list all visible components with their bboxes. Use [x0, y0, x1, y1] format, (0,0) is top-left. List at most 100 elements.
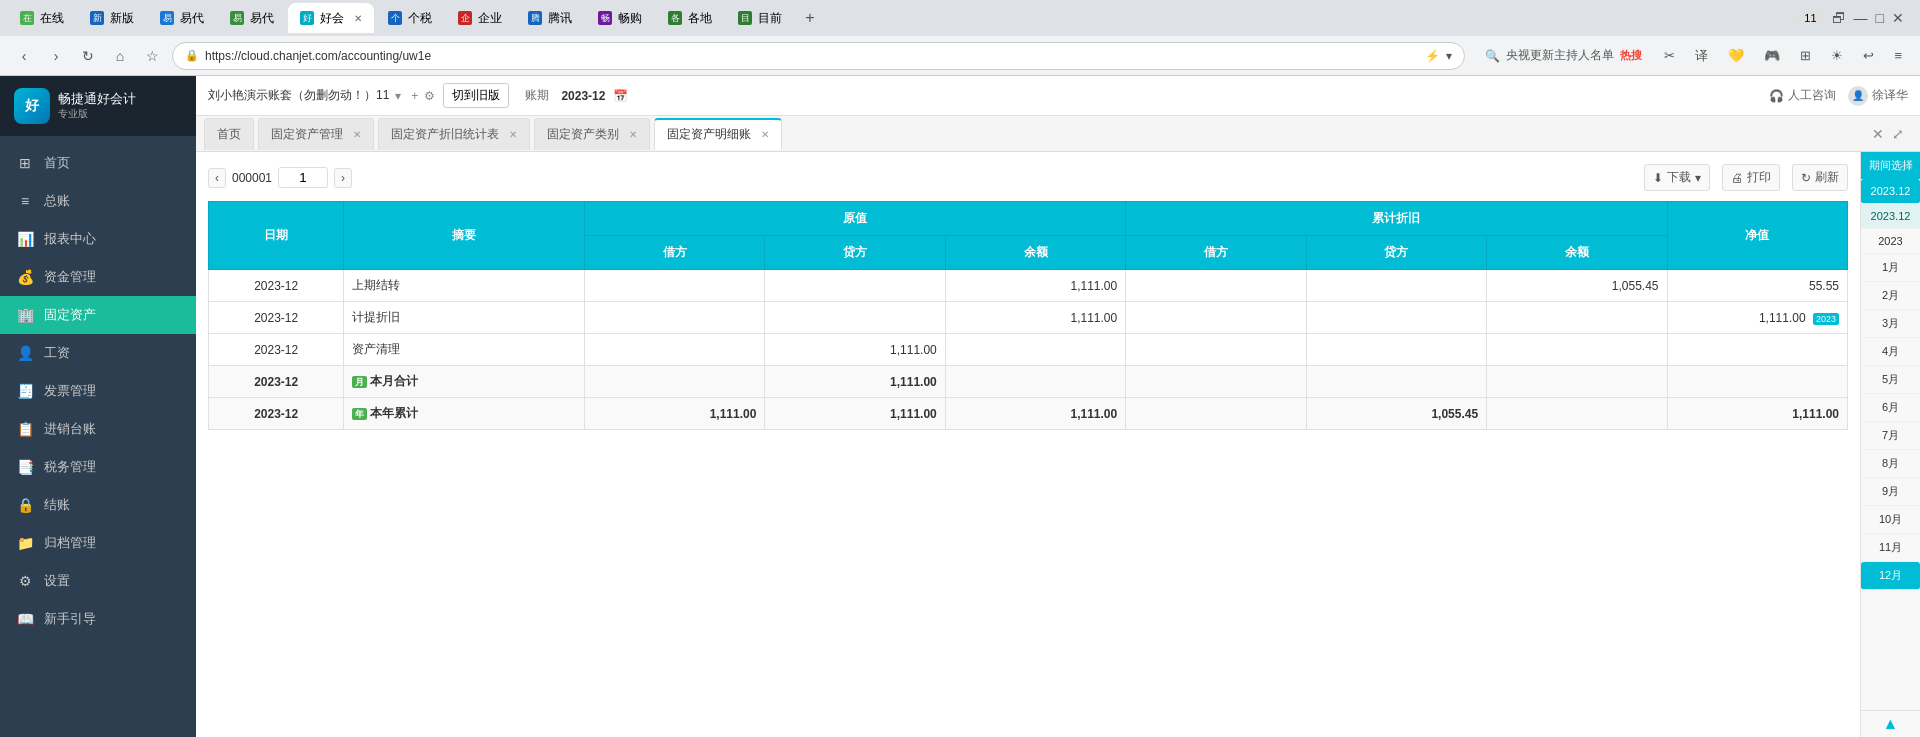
app-tab-fixed-asset-mgmt[interactable]: 固定资产管理 ✕ — [258, 118, 374, 150]
sidebar-item-payroll[interactable]: 👤 工资 — [0, 334, 196, 372]
dropdown-chevron[interactable]: ▾ — [395, 89, 401, 103]
period-item-4[interactable]: 4月 — [1861, 338, 1920, 366]
calendar-icon[interactable]: 📅 — [613, 89, 628, 103]
wallet-btn[interactable]: 💛 — [1722, 46, 1750, 65]
new-tab-button[interactable]: + — [796, 4, 824, 32]
period-item-12[interactable]: 12月 — [1861, 562, 1920, 590]
close-all-tabs-btn[interactable]: ✕ — [1872, 126, 1884, 142]
app-tab-close-asset-category[interactable]: ✕ — [629, 129, 637, 140]
app-tab-close-fixed-asset-mgmt[interactable]: ✕ — [353, 129, 361, 140]
period-header-text: 期间选择 — [1863, 158, 1918, 173]
period-item-2023[interactable]: 2023 — [1861, 229, 1920, 254]
sidebar-item-report-center[interactable]: 📊 报表中心 — [0, 220, 196, 258]
browser-tab-yidai2[interactable]: 易 易代 — [218, 3, 286, 33]
print-btn[interactable]: 🖨 打印 — [1722, 164, 1780, 191]
cell-orig-balance — [945, 366, 1125, 398]
prev-page-btn[interactable]: ‹ — [208, 168, 226, 188]
period-item-11[interactable]: 11月 — [1861, 534, 1920, 562]
page-input[interactable] — [278, 167, 328, 188]
sidebar-item-fund-mgmt[interactable]: 💰 资金管理 — [0, 258, 196, 296]
settings-small-btn[interactable]: ⚙ — [424, 89, 435, 103]
app-tab-asset-category[interactable]: 固定资产类别 ✕ — [534, 118, 650, 150]
next-page-btn[interactable]: › — [334, 168, 352, 188]
window-restore-btn[interactable]: 🗗 — [1832, 10, 1846, 26]
browser-tab-haohao[interactable]: 好 好会 ✕ — [288, 3, 374, 33]
period-item-9[interactable]: 9月 — [1861, 478, 1920, 506]
period-item-1[interactable]: 1月 — [1861, 254, 1920, 282]
period-item-5[interactable]: 5月 — [1861, 366, 1920, 394]
period-panel-header: 期间选择 — [1861, 152, 1920, 179]
grid-btn[interactable]: ⊞ — [1794, 46, 1817, 65]
browser-tab-close-haohao[interactable]: ✕ — [354, 13, 362, 24]
forward-button[interactable]: › — [44, 44, 68, 68]
download-btn[interactable]: ⬇ 下载 ▾ — [1644, 164, 1710, 191]
sidebar-item-close-period[interactable]: 🔒 结账 — [0, 486, 196, 524]
dropdown-icon[interactable]: ▾ — [1446, 49, 1452, 63]
period-item-2023-12-first[interactable]: 2023.12 — [1861, 179, 1920, 204]
headset-icon: 🎧 — [1769, 89, 1784, 103]
company-info: 刘小艳演示账套（勿删勿动！）11 ▾ + ⚙ — [208, 87, 435, 104]
logo-text-block: 畅捷通好会计 专业版 — [58, 91, 136, 122]
expand-tabs-btn[interactable]: ⤢ — [1892, 126, 1904, 142]
back-button[interactable]: ‹ — [12, 44, 36, 68]
browser-tab-shumu[interactable]: 目 目前 — [726, 3, 794, 33]
period-item-8[interactable]: 8月 — [1861, 450, 1920, 478]
sidebar-item-archive-mgmt[interactable]: 📁 归档管理 — [0, 524, 196, 562]
browser-tab-chang[interactable]: 畅 畅购 — [586, 3, 654, 33]
sidebar-item-general-ledger[interactable]: ≡ 总账 — [0, 182, 196, 220]
translate-btn[interactable]: 译 — [1689, 45, 1714, 67]
sidebar-item-purchase-sales[interactable]: 📋 进销台账 — [0, 410, 196, 448]
undo-btn[interactable]: ↩ — [1857, 46, 1880, 65]
tab-favicon-chang: 畅 — [598, 11, 612, 25]
sidebar-item-newbie-guide[interactable]: 📖 新手引导 — [0, 600, 196, 638]
tab-favicon-tencent: 腾 — [528, 11, 542, 25]
browser-tab-yidai1[interactable]: 易 易代 — [148, 3, 216, 33]
sidebar-item-home[interactable]: ⊞ 首页 — [0, 144, 196, 182]
app-tab-depreciation-stat[interactable]: 固定资产折旧统计表 ✕ — [378, 118, 530, 150]
tab-favicon-gedi: 各 — [668, 11, 682, 25]
app-tab-close-asset-ledger[interactable]: ✕ — [761, 129, 769, 140]
period-item-2[interactable]: 2月 — [1861, 282, 1920, 310]
sidebar-item-settings[interactable]: ⚙ 设置 — [0, 562, 196, 600]
ledger-area: ‹ 000001 › ⬇ 下载 ▾ 🖨 打印 — [196, 152, 1860, 737]
brightness-btn[interactable]: ☀ — [1825, 46, 1849, 65]
browser-tab-xin[interactable]: 新 新版 — [78, 3, 146, 33]
switch-version-btn[interactable]: 切到旧版 — [443, 83, 509, 108]
add-company-btn[interactable]: + — [411, 89, 418, 103]
browser-tab-tencent[interactable]: 腾 腾讯 — [516, 3, 584, 33]
bookmark-button[interactable]: ☆ — [140, 44, 164, 68]
browser-tab-zaixian[interactable]: 在 在线 — [8, 3, 76, 33]
menu-btn[interactable]: ≡ — [1888, 46, 1908, 65]
close-period-icon: 🔒 — [16, 496, 34, 514]
app-tab-close-depreciation-stat[interactable]: ✕ — [509, 129, 517, 140]
app-tab-home[interactable]: 首页 — [204, 118, 254, 150]
period-item-10[interactable]: 10月 — [1861, 506, 1920, 534]
sidebar-item-fixed-assets[interactable]: 🏢 固定资产 — [0, 296, 196, 334]
window-minimize-btn[interactable]: — — [1854, 10, 1868, 26]
sidebar-item-invoice-mgmt[interactable]: 🧾 发票管理 — [0, 372, 196, 410]
app-tab-asset-ledger[interactable]: 固定资产明细账 ✕ — [654, 118, 782, 150]
scissors-btn[interactable]: ✂ — [1658, 46, 1681, 65]
period-item-3[interactable]: 3月 — [1861, 310, 1920, 338]
browser-tab-geshui[interactable]: 个 个税 — [376, 3, 444, 33]
cell-accum-credit — [1306, 366, 1486, 398]
th-original-value: 原值 — [584, 202, 1125, 236]
refresh-btn[interactable]: ↻ 刷新 — [1792, 164, 1848, 191]
sidebar-item-tax-mgmt[interactable]: 📑 税务管理 — [0, 448, 196, 486]
window-maximize-btn[interactable]: □ — [1876, 10, 1884, 26]
url-box[interactable]: 🔒 https://cloud.chanjet.com/accounting/u… — [172, 42, 1465, 70]
customer-service[interactable]: 🎧 人工咨询 — [1769, 87, 1836, 104]
browser-tab-gedi[interactable]: 各 各地 — [656, 3, 724, 33]
sidebar-logo: 好 畅捷通好会计 专业版 — [0, 76, 196, 136]
reload-button[interactable]: ↻ — [76, 44, 100, 68]
browser-tab-qiye[interactable]: 企 企业 — [446, 3, 514, 33]
period-item-6[interactable]: 6月 — [1861, 394, 1920, 422]
window-close-btn[interactable]: ✕ — [1892, 10, 1904, 26]
home-button[interactable]: ⌂ — [108, 44, 132, 68]
search-box[interactable]: 🔍 央视更新主持人名单 热搜 — [1485, 47, 1642, 64]
game-btn[interactable]: 🎮 — [1758, 46, 1786, 65]
period-item-7[interactable]: 7月 — [1861, 422, 1920, 450]
period-item-2023-12-second[interactable]: 2023.12 — [1861, 204, 1920, 229]
user-profile[interactable]: 👤 徐译华 — [1848, 86, 1908, 106]
scroll-up-btn[interactable]: ▲ — [1861, 710, 1920, 737]
